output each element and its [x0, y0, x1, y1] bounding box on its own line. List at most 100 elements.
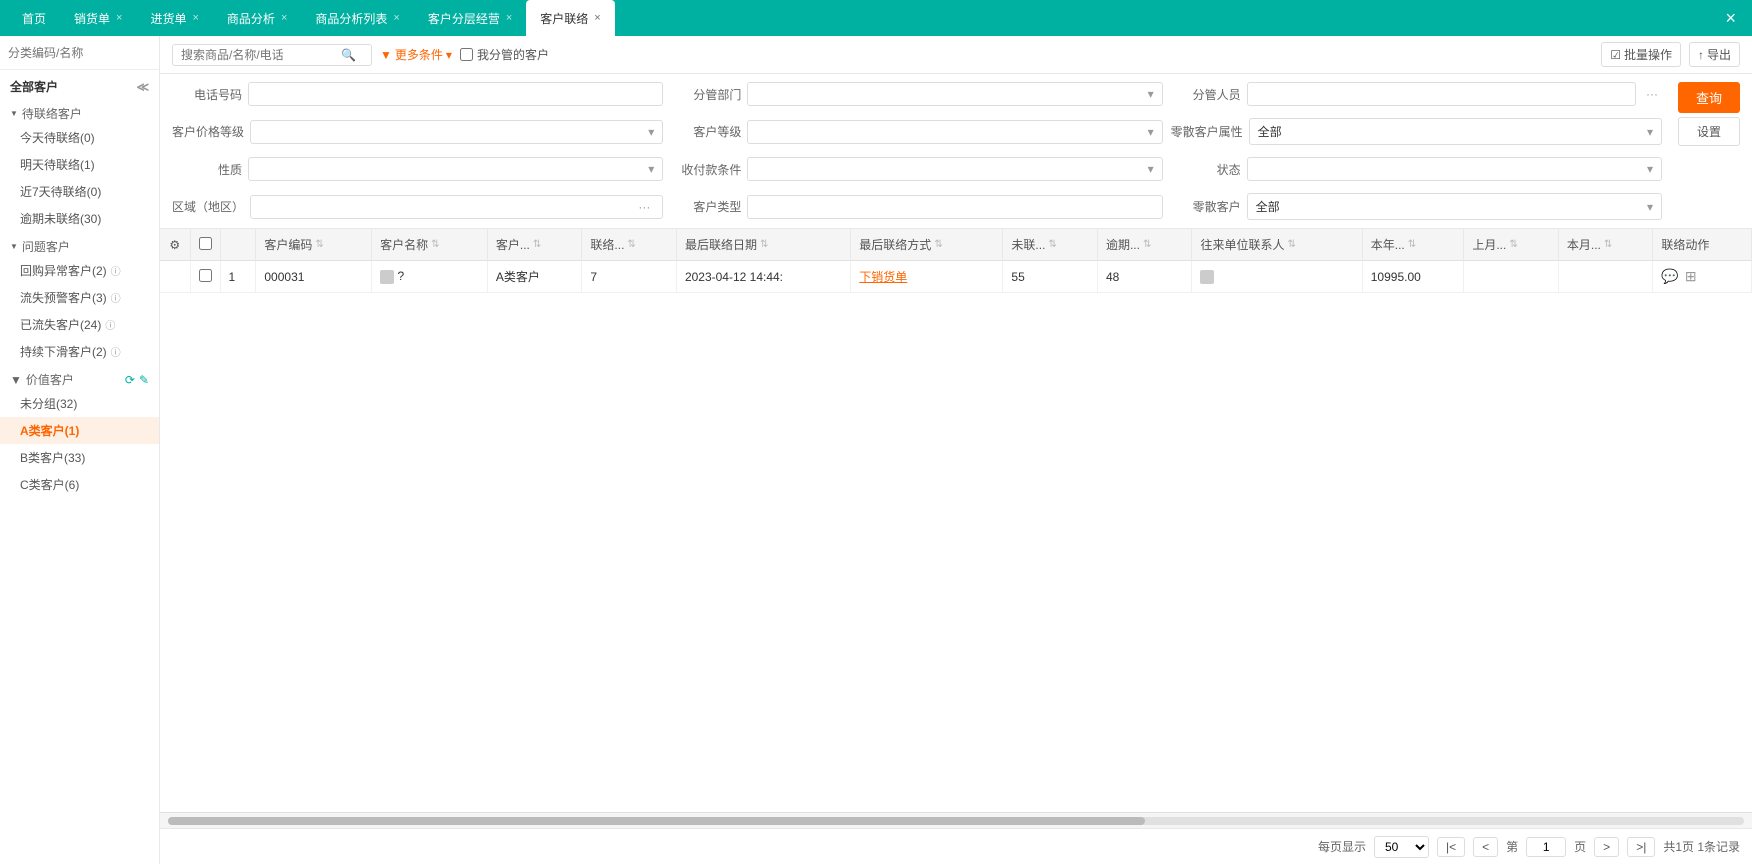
global-close-button[interactable]: ×: [1717, 8, 1744, 29]
name-badge: [380, 270, 394, 284]
table-header-overdue[interactable]: 逾期... ⇅: [1097, 229, 1192, 261]
action-chat-icon[interactable]: 💬: [1661, 268, 1678, 285]
my-customers-check[interactable]: [460, 48, 473, 61]
nav-tab-sales-close[interactable]: ×: [116, 12, 122, 24]
nav-tab-analysis-list-close[interactable]: ×: [393, 12, 399, 24]
per-page-select[interactable]: 50 100 200: [1374, 836, 1429, 858]
toolbar-search-icon[interactable]: 🔍: [341, 48, 356, 62]
toolbar-my-customers-checkbox[interactable]: 我分管的客户: [460, 46, 549, 63]
nav-tab-purchase-close[interactable]: ×: [192, 12, 198, 24]
row-last-method[interactable]: 下销货单: [851, 261, 1003, 293]
nav-tab-purchase[interactable]: 进货单 ×: [136, 0, 212, 36]
scrollbar-area: [160, 812, 1752, 828]
table-header-type[interactable]: 客户... ⇅: [487, 229, 582, 261]
sidebar-item-churned-label: 已流失客户(24): [20, 316, 101, 333]
pending-triangle-icon: ▼: [10, 109, 18, 118]
nav-tab-analysis-list[interactable]: 商品分析列表 ×: [301, 0, 413, 36]
sidebar-item-class-c-label: C类客户(6): [20, 476, 79, 493]
sidebar-group-problem[interactable]: ▼ 问题客户: [0, 232, 159, 257]
pagination-last-button[interactable]: >|: [1627, 837, 1655, 857]
sidebar-value-edit-icon[interactable]: ✎: [139, 373, 149, 387]
sidebar-item-overdue-contact[interactable]: 逾期未联络(30): [0, 205, 159, 232]
nav-tab-analysis-close[interactable]: ×: [281, 12, 287, 24]
filter-input-phone[interactable]: [248, 82, 663, 106]
toolbar-batch-op-button[interactable]: ☑ 批量操作: [1601, 42, 1681, 67]
filter-select-retail-attr[interactable]: 全部 ▾: [1249, 118, 1662, 145]
table-header-last-date[interactable]: 最后联络日期 ⇅: [676, 229, 850, 261]
scrollbar-thumb[interactable]: [168, 817, 1145, 825]
pagination-next-button[interactable]: >: [1594, 837, 1619, 857]
action-grid-icon[interactable]: ⊞: [1685, 268, 1697, 285]
table-header-last-method[interactable]: 最后联络方式 ⇅: [851, 229, 1003, 261]
sidebar-search-input[interactable]: [8, 46, 160, 60]
query-button[interactable]: 查询: [1678, 82, 1740, 113]
toolbar-filter-button[interactable]: ▼ 更多条件 ▾: [380, 46, 452, 63]
toolbar-search-input[interactable]: [181, 48, 341, 62]
page-input[interactable]: [1526, 837, 1566, 857]
filter-select-retail[interactable]: 全部 ▾: [1247, 193, 1662, 220]
row-checkbox[interactable]: [199, 269, 212, 282]
nav-tab-customer-contact[interactable]: 客户联络 ×: [526, 0, 614, 36]
settings-button[interactable]: 设置: [1678, 117, 1740, 146]
filter-select-status[interactable]: ▾: [1247, 157, 1662, 181]
top-nav: 首页 销货单 × 进货单 × 商品分析 × 商品分析列表 × 客户分层经营 × …: [0, 0, 1752, 36]
sidebar-item-churn-warning[interactable]: 流失预警客户(3) ⓘ: [0, 284, 159, 311]
table-header-last-month[interactable]: 上月... ⇅: [1464, 229, 1559, 261]
table-header-name[interactable]: 客户名称 ⇅: [372, 229, 488, 261]
table-header-gear[interactable]: ⚙: [160, 229, 190, 261]
horizontal-scrollbar[interactable]: [168, 817, 1744, 825]
nav-tab-customer-contact-close[interactable]: ×: [594, 12, 600, 24]
nav-tab-customer-segment-close[interactable]: ×: [506, 12, 512, 24]
row-last-method-link[interactable]: 下销货单: [859, 270, 907, 284]
sidebar-item-class-a[interactable]: A类客户(1): [0, 417, 159, 444]
table-header-check[interactable]: [190, 229, 220, 261]
nav-tab-customer-segment-label: 客户分层经营: [428, 10, 500, 27]
sidebar-item-tomorrow[interactable]: 明天待联络(1): [0, 151, 159, 178]
sidebar-item-churned[interactable]: 已流失客户(24) ⓘ: [0, 311, 159, 338]
sidebar-group-pending[interactable]: ▼ 待联络客户: [0, 99, 159, 124]
filter-select-dept[interactable]: ▾: [747, 82, 1162, 106]
sidebar-item-declining[interactable]: 持续下滑客户(2) ⓘ: [0, 338, 159, 365]
filter-group-retail-attr: 零散客户属性 全部 ▾: [1171, 118, 1662, 145]
sidebar-all-customers-label: 全部客户: [10, 78, 58, 95]
row-check[interactable]: [190, 261, 220, 293]
table-header-code[interactable]: 客户编码 ⇅: [256, 229, 372, 261]
table-header-action: 联络动作: [1653, 229, 1752, 261]
pagination-first-button[interactable]: |<: [1437, 837, 1465, 857]
sidebar-item-class-c[interactable]: C类客户(6): [0, 471, 159, 498]
filter-select-customer-level[interactable]: ▾: [747, 120, 1162, 144]
sidebar-value-actions: ⟳ ✎: [125, 373, 149, 387]
nav-tab-customer-segment[interactable]: 客户分层经营 ×: [414, 0, 526, 36]
table-header-contact[interactable]: 联络... ⇅: [582, 229, 677, 261]
filter-select-region[interactable]: ···: [250, 195, 663, 219]
filter-dots-person[interactable]: ···: [1642, 87, 1662, 101]
nav-tab-analysis[interactable]: 商品分析 ×: [213, 0, 301, 36]
pagination-prev-button[interactable]: <: [1473, 837, 1498, 857]
filter-input-customer-type[interactable]: [747, 195, 1162, 219]
table-header-no-contact[interactable]: 未联... ⇅: [1003, 229, 1098, 261]
filter-select-payment[interactable]: ▾: [747, 157, 1162, 181]
filter-group-nature: 性质 ▾: [172, 157, 663, 181]
sidebar-value-refresh-icon[interactable]: ⟳: [125, 373, 135, 387]
sidebar-item-repurchase-abnormal[interactable]: 回购异常客户(2) ⓘ: [0, 257, 159, 284]
filter-dots-region[interactable]: ···: [634, 200, 654, 214]
sidebar-item-class-b[interactable]: B类客户(33): [0, 444, 159, 471]
filter-select-nature[interactable]: ▾: [248, 157, 663, 181]
row-contact-count: 7: [582, 261, 677, 293]
nav-tab-sales[interactable]: 销货单 ×: [60, 0, 136, 36]
sidebar-item-7days[interactable]: 近7天待联络(0): [0, 178, 159, 205]
sidebar-collapse-icon[interactable]: ≪: [136, 80, 149, 94]
toolbar-export-button[interactable]: ↑ 导出: [1689, 42, 1740, 67]
select-all-checkbox[interactable]: [199, 237, 212, 250]
filter-select-payment-arrow: ▾: [1148, 162, 1154, 176]
table-header-this-month[interactable]: 本月... ⇅: [1558, 229, 1653, 261]
table-header-unit-contact[interactable]: 往来单位联系人 ⇅: [1192, 229, 1362, 261]
filter-select-price-level[interactable]: ▾: [250, 120, 663, 144]
sidebar-item-today[interactable]: 今天待联络(0): [0, 124, 159, 151]
nav-tab-home[interactable]: 首页: [8, 0, 60, 36]
filter-input-person[interactable]: [1247, 82, 1636, 106]
sidebar-item-ungrouped[interactable]: 未分组(32): [0, 390, 159, 417]
toolbar-search[interactable]: 🔍: [172, 44, 372, 66]
sidebar-all-customers[interactable]: 全部客户 ≪: [0, 70, 159, 99]
table-header-this-year[interactable]: 本年... ⇅: [1362, 229, 1464, 261]
